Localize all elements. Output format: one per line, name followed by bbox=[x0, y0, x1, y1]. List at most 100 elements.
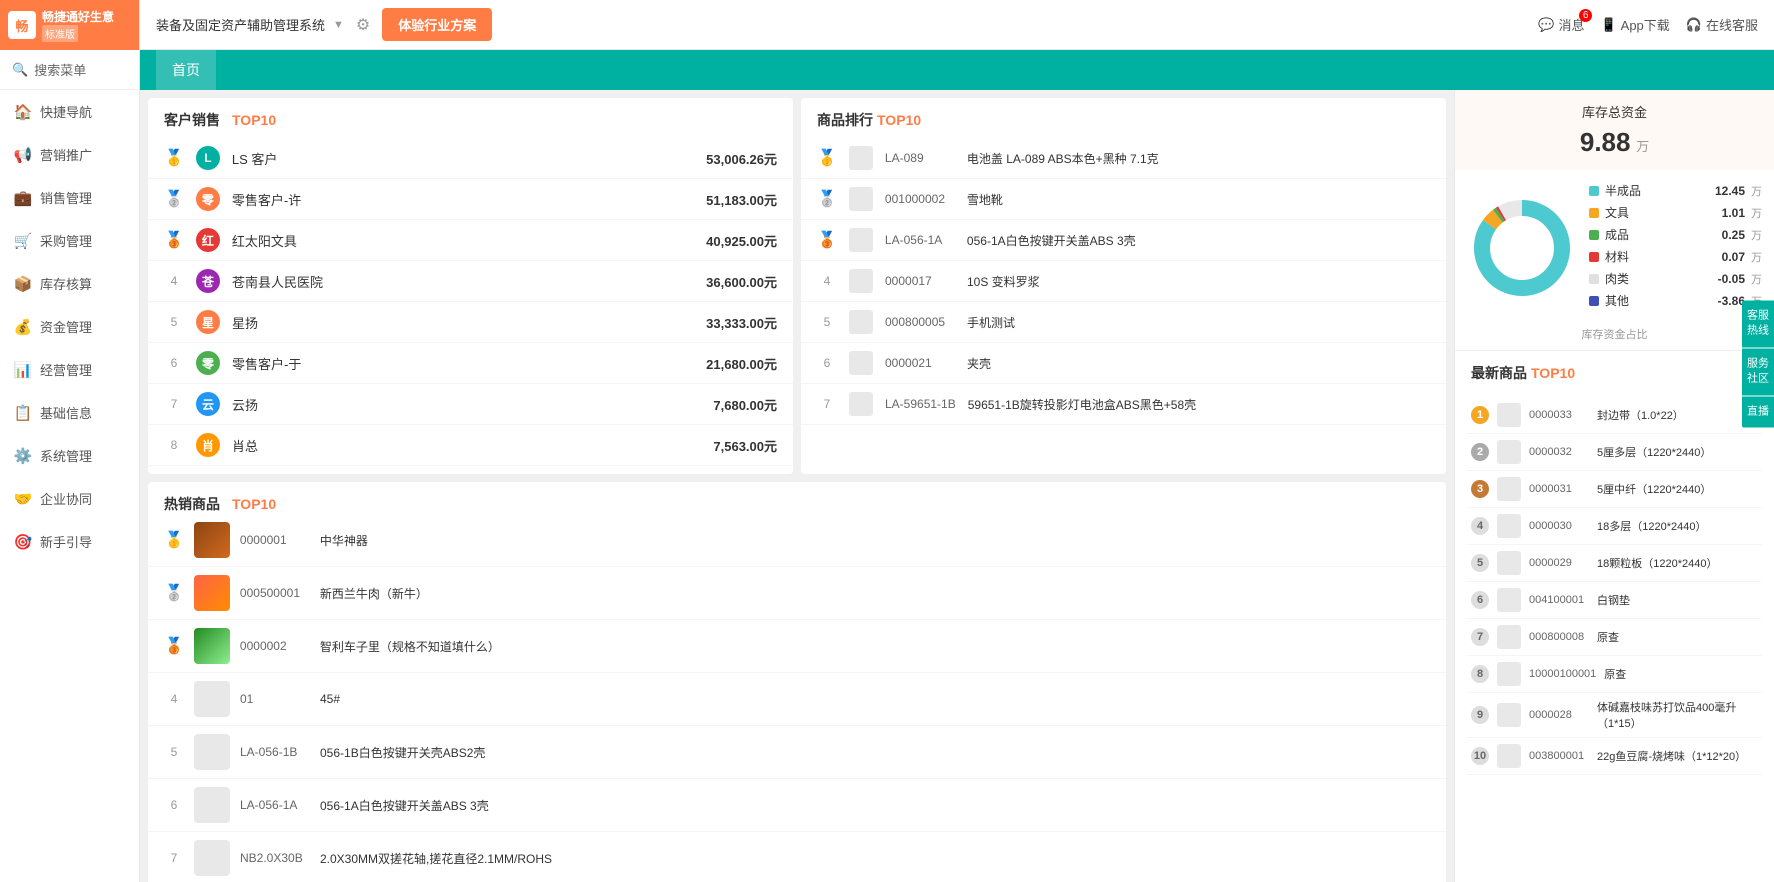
tab-home[interactable]: 首页 bbox=[156, 50, 216, 90]
product-ranking-title: 商品排行 bbox=[817, 110, 873, 130]
search-menu-label: 搜索菜单 bbox=[34, 60, 86, 79]
sidebar-item-management[interactable]: 📊 经营管理 bbox=[0, 348, 139, 391]
legend-label-meat: 肉类 bbox=[1605, 270, 1712, 287]
table-row: 🥉 红 红太阳文具 40,925.00元 bbox=[148, 220, 793, 261]
hot-products-subtitle: TOP10 bbox=[232, 496, 276, 512]
hot-product-code-4: 01 bbox=[240, 692, 310, 706]
customer-service-hotline-btn[interactable]: 客服热线 bbox=[1742, 301, 1774, 348]
rank-badge-2: 零 bbox=[196, 187, 220, 211]
sidebar-item-sales[interactable]: 💼 销售管理 bbox=[0, 176, 139, 219]
new-product-code-8: 10000100001 bbox=[1529, 668, 1596, 680]
sidebar-item-enterprise[interactable]: 🤝 企业协同 bbox=[0, 477, 139, 520]
inventory-unit: 万 bbox=[1636, 139, 1649, 154]
rank-num-7: 7 bbox=[164, 397, 184, 411]
legend-label-stationery: 文具 bbox=[1605, 204, 1716, 221]
new-product-code-6: 004100001 bbox=[1529, 594, 1589, 606]
sidebar-label-finance: 资金管理 bbox=[40, 317, 92, 336]
customer-name-6: 零售客户-于 bbox=[232, 354, 694, 373]
new-product-name-10: 22g鱼豆腐-烧烤味（1*12*20） bbox=[1597, 748, 1758, 764]
sidebar-item-basic-info[interactable]: 📋 基础信息 bbox=[0, 391, 139, 434]
new-product-name-2: 5厘多层（1220*2440） bbox=[1597, 444, 1758, 460]
dropdown-icon[interactable]: ▼ bbox=[333, 19, 344, 31]
pr-code-1: LA-089 bbox=[885, 151, 955, 165]
new-product-img-9 bbox=[1497, 703, 1521, 727]
new-product-code-1: 0000033 bbox=[1529, 409, 1589, 421]
finance-icon: 💰 bbox=[14, 318, 32, 336]
hot-product-code-7: NB2.0X30B bbox=[240, 851, 310, 865]
hot-product-name-6: 056-1A白色按键开关盖ABS 3壳 bbox=[320, 797, 1430, 814]
new-product-img-6 bbox=[1497, 588, 1521, 612]
message-icon: 💬 bbox=[1538, 17, 1554, 33]
new-product-code-4: 0000030 bbox=[1529, 520, 1589, 532]
rank-badge-7: 云 bbox=[196, 392, 220, 416]
new-rank-9: 9 bbox=[1471, 706, 1489, 724]
legend-dot-stationery bbox=[1589, 208, 1599, 218]
new-product-code-5: 0000029 bbox=[1529, 557, 1589, 569]
sidebar-item-purchase[interactable]: 🛒 采购管理 bbox=[0, 219, 139, 262]
list-item: 5 0000029 18颗粒板（1220*2440） bbox=[1467, 545, 1762, 582]
list-item: 7 NB2.0X30B 2.0X30MM双搓花轴,搓花直径2.1MM/ROHS bbox=[148, 832, 1446, 882]
customer-ranking-subtitle: TOP10 bbox=[232, 112, 276, 128]
new-product-name-6: 白钢垫 bbox=[1597, 592, 1758, 608]
sidebar-item-shortcuts[interactable]: 🏠 快捷导航 bbox=[0, 90, 139, 133]
customer-amount-5: 33,333.00元 bbox=[706, 313, 777, 332]
search-icon: 🔍 bbox=[12, 62, 28, 78]
product-image-4 bbox=[194, 681, 230, 717]
sidebar-item-system[interactable]: ⚙️ 系统管理 bbox=[0, 434, 139, 477]
live-stream-btn[interactable]: 直播 bbox=[1742, 396, 1774, 427]
legend-item-material: 材料 0.07 万 bbox=[1589, 248, 1762, 265]
customer-amount-4: 36,600.00元 bbox=[706, 272, 777, 291]
app-download-btn[interactable]: 📱 App下载 bbox=[1600, 15, 1669, 34]
app-download-label: App下载 bbox=[1621, 15, 1670, 34]
rank-badge-1: L bbox=[196, 146, 220, 170]
list-item: 8 10000100001 原查 bbox=[1467, 656, 1762, 693]
new-products-title: 最新商品 bbox=[1471, 363, 1527, 383]
settings-icon[interactable]: ⚙ bbox=[356, 15, 370, 35]
inventory-amount-display: 9.88 万 bbox=[1471, 127, 1758, 158]
customer-amount-1: 53,006.26元 bbox=[706, 149, 777, 168]
rank-num-6: 6 bbox=[164, 356, 184, 370]
table-row: 5 星 星扬 33,333.00元 bbox=[148, 302, 793, 343]
legend-value-material: 0.07 bbox=[1722, 250, 1745, 264]
product-image-5 bbox=[194, 734, 230, 770]
hot-products-title: 热销商品 bbox=[164, 494, 220, 514]
sidebar-item-marketing[interactable]: 📢 营销推广 bbox=[0, 133, 139, 176]
product-img-placeholder bbox=[849, 392, 873, 416]
new-rank-3: 3 bbox=[1471, 480, 1489, 498]
customer-ranking-title: 客户销售 bbox=[164, 110, 220, 130]
sidebar-label-purchase: 采购管理 bbox=[40, 231, 92, 250]
list-item: 6 LA-056-1A 056-1A白色按键开关盖ABS 3壳 bbox=[148, 779, 1446, 832]
new-product-img-4 bbox=[1497, 514, 1521, 538]
legend-dot-other bbox=[1589, 296, 1599, 306]
legend-unit-finished: 万 bbox=[1751, 227, 1762, 243]
sidebar-label-basic-info: 基础信息 bbox=[40, 403, 92, 422]
purchase-icon: 🛒 bbox=[14, 232, 32, 250]
search-menu-item[interactable]: 🔍 搜索菜单 bbox=[0, 50, 139, 90]
customer-amount-7: 7,680.00元 bbox=[713, 395, 777, 414]
product-img-placeholder bbox=[849, 228, 873, 252]
trial-btn[interactable]: 体验行业方案 bbox=[382, 8, 492, 41]
pr-name-2: 雪地靴 bbox=[967, 191, 1430, 208]
trophy-bronze-icon: 🥉 bbox=[164, 636, 184, 656]
sidebar-item-inventory[interactable]: 📦 库存核算 bbox=[0, 262, 139, 305]
product-img-placeholder bbox=[849, 351, 873, 375]
hot-product-code-6: LA-056-1A bbox=[240, 798, 310, 812]
customer-amount-6: 21,680.00元 bbox=[706, 354, 777, 373]
main-area: 装备及固定资产辅助管理系统 ▼ ⚙ 体验行业方案 💬 消息 6 📱 App下载 … bbox=[140, 0, 1774, 882]
table-row: 6 0000021 夹壳 bbox=[801, 343, 1446, 384]
new-product-name-7: 原查 bbox=[1597, 629, 1758, 645]
sidebar-item-finance[interactable]: 💰 资金管理 bbox=[0, 305, 139, 348]
sidebar-item-newbie[interactable]: 🎯 新手引导 bbox=[0, 520, 139, 563]
product-image-6 bbox=[194, 787, 230, 823]
legend-dot-semifinished bbox=[1589, 186, 1599, 196]
new-rank-10: 10 bbox=[1471, 747, 1489, 765]
rank-num-4: 4 bbox=[164, 274, 184, 288]
service-community-btn[interactable]: 服务社区 bbox=[1742, 348, 1774, 395]
hot-product-name-1: 中华神器 bbox=[320, 532, 1430, 549]
newbie-icon: 🎯 bbox=[14, 533, 32, 551]
online-service-btn[interactable]: 🎧 在线客服 bbox=[1686, 15, 1758, 34]
legend-unit-stationery: 万 bbox=[1751, 205, 1762, 221]
table-row: 🥉 LA-056-1A 056-1A白色按键开关盖ABS 3壳 bbox=[801, 220, 1446, 261]
messages-btn[interactable]: 💬 消息 6 bbox=[1538, 15, 1584, 34]
pr-code-6: 0000021 bbox=[885, 356, 955, 370]
